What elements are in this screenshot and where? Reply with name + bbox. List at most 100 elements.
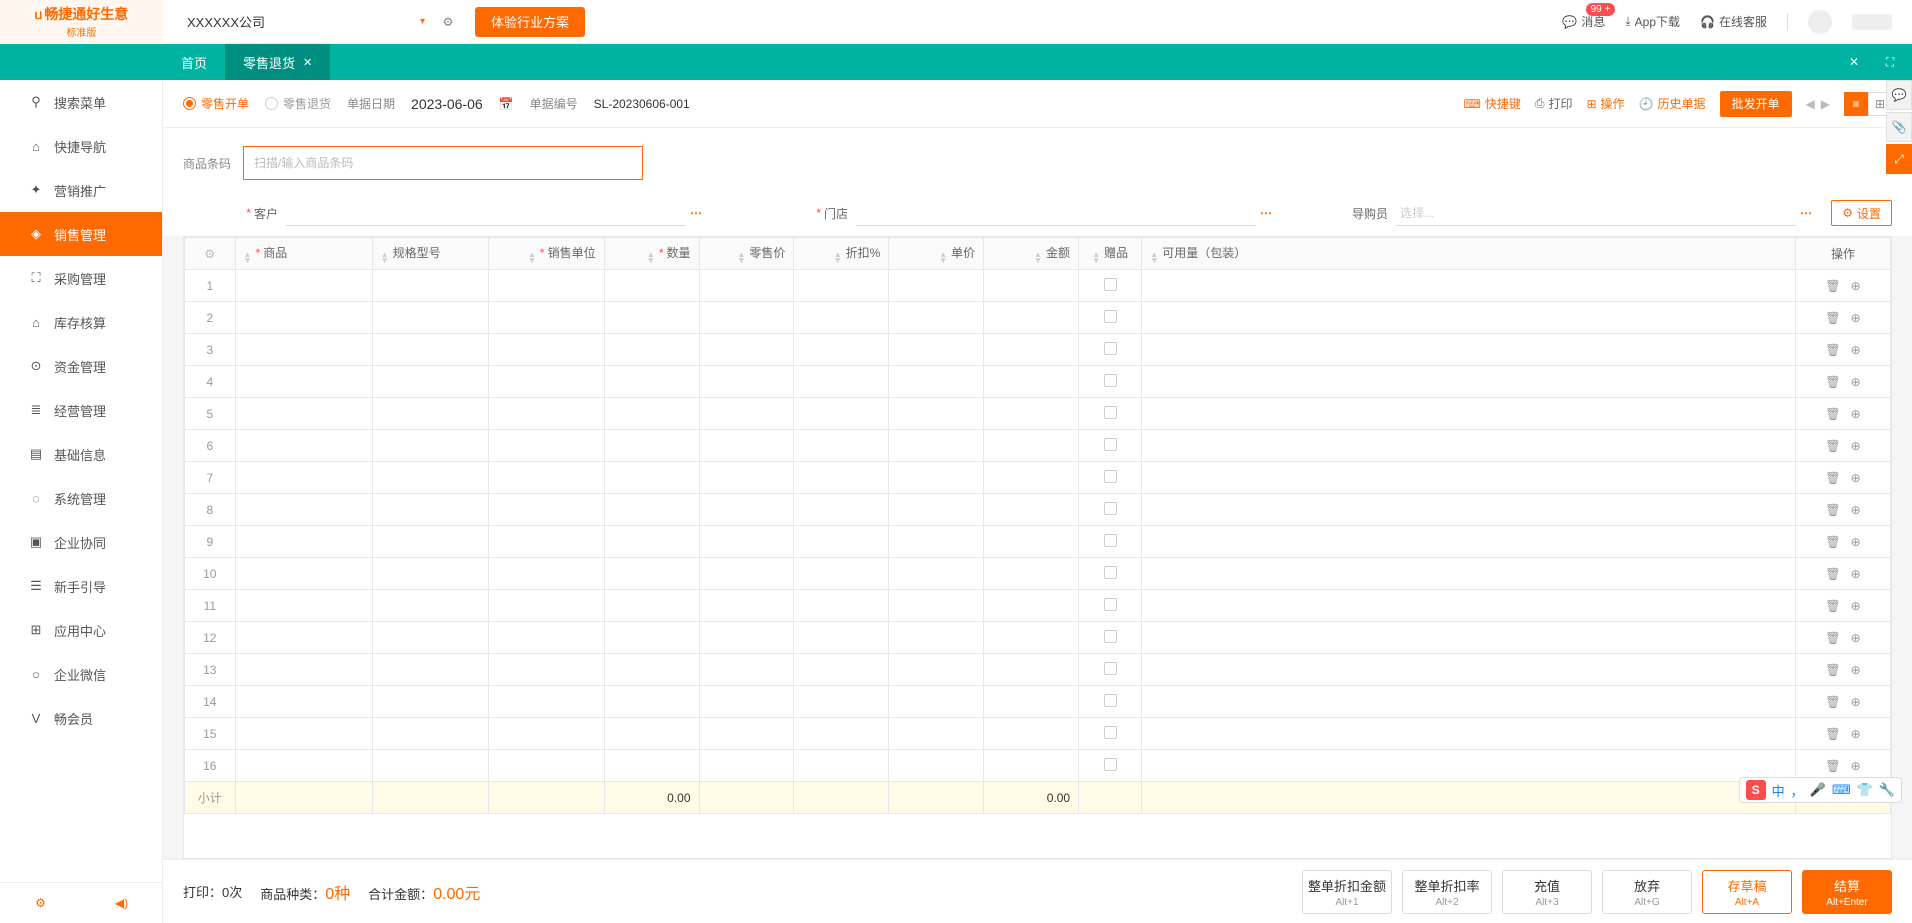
gift-cell[interactable] <box>1079 558 1142 590</box>
copy-row-icon[interactable]: ⊕ <box>1851 599 1861 613</box>
cell[interactable] <box>889 462 984 494</box>
sort-icon[interactable]: ▲▼ <box>244 252 252 264</box>
cell[interactable] <box>699 494 794 526</box>
checkbox-icon[interactable] <box>1104 726 1117 739</box>
cell[interactable] <box>235 558 372 590</box>
column-header[interactable]: ▲▼赠品 <box>1079 238 1142 270</box>
abandon-button[interactable]: 放弃Alt+G <box>1602 870 1692 914</box>
cell[interactable] <box>984 654 1079 686</box>
gear-icon[interactable]: ⚙ <box>204 247 215 261</box>
table-row[interactable]: 6🗑⊕ <box>185 430 1891 462</box>
store-input[interactable] <box>856 200 1256 226</box>
sidebar-item-4[interactable]: ⛶采购管理 <box>0 256 162 300</box>
cell[interactable] <box>372 686 488 718</box>
sort-icon[interactable]: ▲▼ <box>737 252 745 264</box>
rail-expand-button[interactable]: ⤢ <box>1886 144 1912 174</box>
table-row[interactable]: 14🗑⊕ <box>185 686 1891 718</box>
ime-keyboard-icon[interactable]: ⌨ <box>1832 782 1851 798</box>
cell[interactable] <box>235 494 372 526</box>
cell[interactable] <box>984 270 1079 302</box>
delete-row-icon[interactable]: 🗑 <box>1825 759 1840 773</box>
cell[interactable] <box>604 750 699 782</box>
cell[interactable] <box>604 302 699 334</box>
prev-arrow-icon[interactable]: ◀ <box>1806 97 1815 111</box>
cell[interactable] <box>699 718 794 750</box>
checkbox-icon[interactable] <box>1104 694 1117 707</box>
gift-cell[interactable] <box>1079 686 1142 718</box>
cell[interactable] <box>794 302 889 334</box>
gift-cell[interactable] <box>1079 526 1142 558</box>
sidebar-item-10[interactable]: ▣企业协同 <box>0 520 162 564</box>
cell[interactable] <box>889 302 984 334</box>
cell[interactable] <box>235 750 372 782</box>
gift-cell[interactable] <box>1079 302 1142 334</box>
sidebar-item-7[interactable]: ≣经营管理 <box>0 388 162 432</box>
cell[interactable] <box>372 590 488 622</box>
cell[interactable] <box>488 494 604 526</box>
copy-row-icon[interactable]: ⊕ <box>1851 759 1861 773</box>
cell[interactable] <box>488 750 604 782</box>
checkbox-icon[interactable] <box>1104 758 1117 771</box>
cell[interactable] <box>604 494 699 526</box>
cell[interactable] <box>889 430 984 462</box>
print-link[interactable]: ⎙打印 <box>1535 95 1573 112</box>
column-header[interactable]: ▲▼零售价 <box>699 238 794 270</box>
table-row[interactable]: 10🗑⊕ <box>185 558 1891 590</box>
table-row[interactable]: 12🗑⊕ <box>185 622 1891 654</box>
cell[interactable] <box>699 526 794 558</box>
customer-lookup-icon[interactable]: ⋯ <box>690 206 703 220</box>
gift-cell[interactable] <box>1079 398 1142 430</box>
copy-row-icon[interactable]: ⊕ <box>1851 503 1861 517</box>
cell[interactable] <box>488 430 604 462</box>
cell[interactable] <box>984 334 1079 366</box>
copy-row-icon[interactable]: ⊕ <box>1851 439 1861 453</box>
ime-punct-icon[interactable]: ， <box>1791 781 1804 800</box>
copy-row-icon[interactable]: ⊕ <box>1851 279 1861 293</box>
cell[interactable] <box>984 398 1079 430</box>
sidebar-item-13[interactable]: ○企业微信 <box>0 652 162 696</box>
delete-row-icon[interactable]: 🗑 <box>1825 439 1840 453</box>
cell[interactable] <box>235 718 372 750</box>
cell[interactable] <box>604 270 699 302</box>
copy-row-icon[interactable]: ⊕ <box>1851 631 1861 645</box>
cell[interactable] <box>1142 334 1796 366</box>
cell[interactable] <box>889 558 984 590</box>
cell[interactable] <box>984 366 1079 398</box>
service-link[interactable]: 🎧 在线客服 <box>1700 13 1767 30</box>
cell[interactable] <box>235 430 372 462</box>
cell[interactable] <box>984 590 1079 622</box>
cell[interactable] <box>699 334 794 366</box>
checkbox-icon[interactable] <box>1104 406 1117 419</box>
batch-order-button[interactable]: 批发开单 <box>1720 91 1792 117</box>
gift-cell[interactable] <box>1079 270 1142 302</box>
table-row[interactable]: 11🗑⊕ <box>185 590 1891 622</box>
ime-mic-icon[interactable]: 🎤 <box>1810 782 1826 798</box>
copy-row-icon[interactable]: ⊕ <box>1851 663 1861 677</box>
gift-cell[interactable] <box>1079 750 1142 782</box>
cell[interactable] <box>1142 686 1796 718</box>
sidebar-item-5[interactable]: ⌂库存核算 <box>0 300 162 344</box>
column-header[interactable]: ▲▼金额 <box>984 238 1079 270</box>
checkbox-icon[interactable] <box>1104 342 1117 355</box>
cell[interactable] <box>699 750 794 782</box>
sidebar-item-9[interactable]: ◌系统管理 <box>0 476 162 520</box>
cell[interactable] <box>604 622 699 654</box>
ime-toolbar[interactable]: S 中 ， 🎤 ⌨ 👕 🔧 <box>1739 777 1902 803</box>
cell[interactable] <box>372 750 488 782</box>
cell[interactable] <box>699 398 794 430</box>
table-row[interactable]: 15🗑⊕ <box>185 718 1891 750</box>
cell[interactable] <box>1142 430 1796 462</box>
cell[interactable] <box>488 366 604 398</box>
sidebar-collapse-button[interactable]: ◀) <box>81 883 162 923</box>
cell[interactable] <box>1142 398 1796 430</box>
cell[interactable] <box>889 494 984 526</box>
sidebar-item-3[interactable]: ◈销售管理 <box>0 212 162 256</box>
tab-close-icon[interactable]: ✕ <box>303 56 312 69</box>
cell[interactable] <box>794 718 889 750</box>
cell[interactable] <box>372 558 488 590</box>
calendar-icon[interactable]: 📅 <box>499 97 514 111</box>
cell[interactable] <box>488 686 604 718</box>
fullscreen-button[interactable]: ⛶ <box>1876 48 1904 76</box>
delete-row-icon[interactable]: 🗑 <box>1825 599 1840 613</box>
table-row[interactable]: 1🗑⊕ <box>185 270 1891 302</box>
